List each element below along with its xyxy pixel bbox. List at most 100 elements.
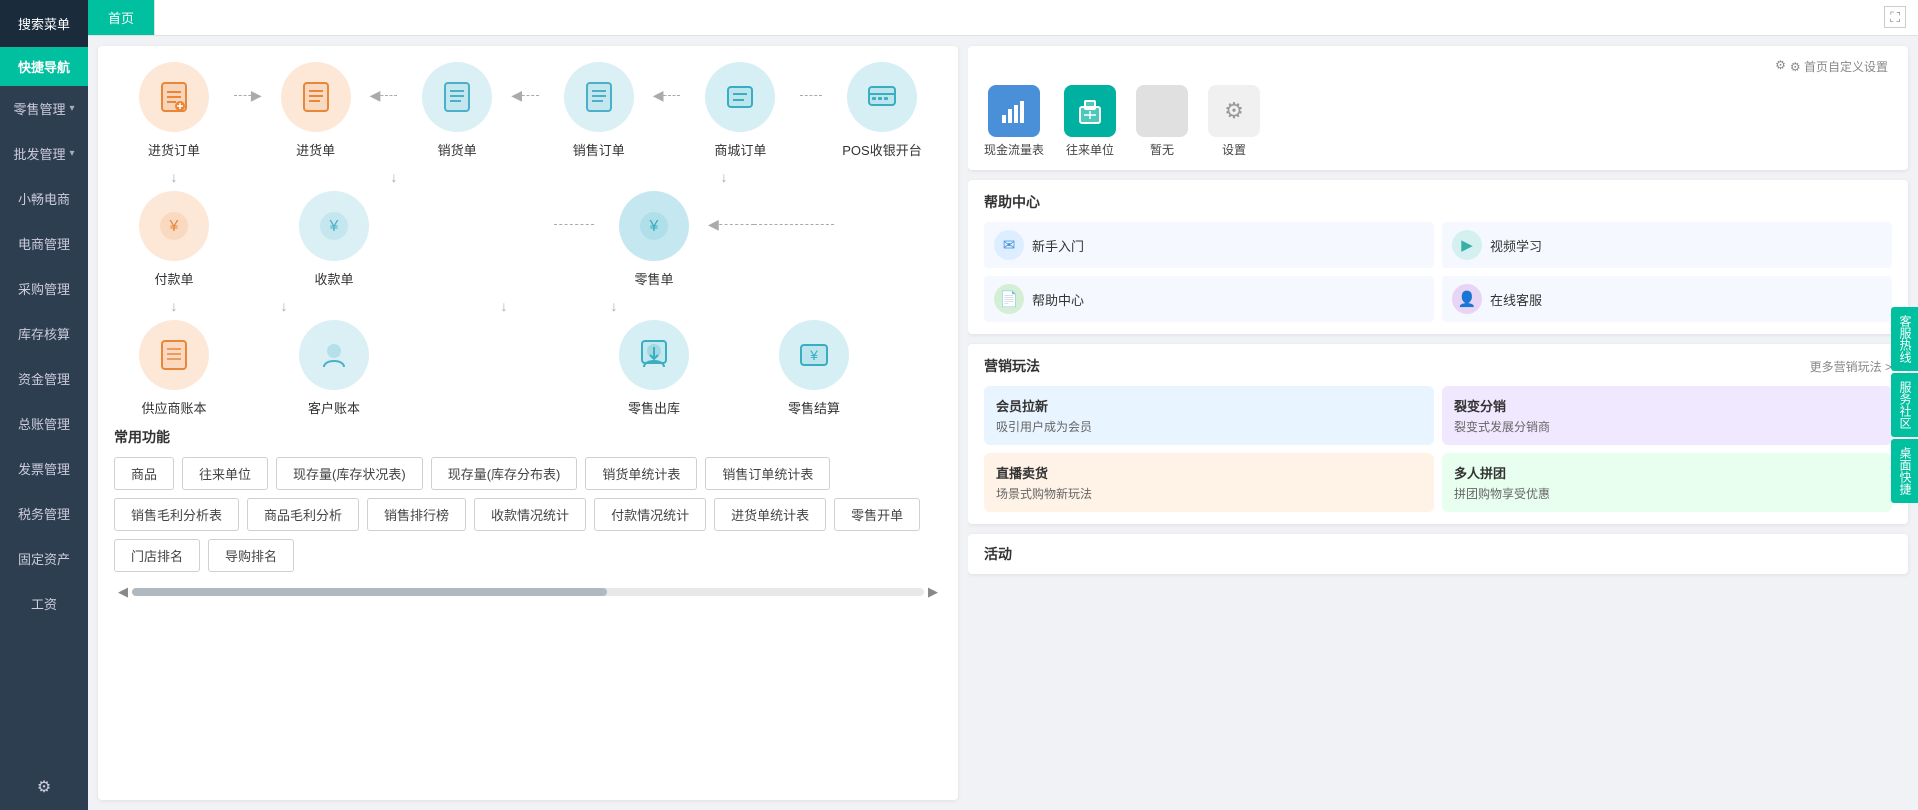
- flow-node-supplier-ledger[interactable]: 供应商账本: [114, 320, 234, 417]
- help-item-beginner[interactable]: ✉新手入门: [984, 222, 1434, 268]
- help-item-help[interactable]: 📄帮助中心: [984, 276, 1434, 322]
- homepage-settings-label: ⚙ 首页自定义设置: [1790, 58, 1888, 75]
- flow-node-payment[interactable]: ¥ 付款单: [114, 191, 234, 288]
- help-center-panel: 帮助中心 ✉新手入门▶视频学习📄帮助中心👤在线客服: [968, 180, 1908, 334]
- help-grid: ✉新手入门▶视频学习📄帮助中心👤在线客服: [984, 222, 1892, 322]
- fullscreen-button[interactable]: ⛶: [1884, 6, 1906, 28]
- func-btn-销售排行榜[interactable]: 销售排行榜: [367, 498, 466, 531]
- mkt-card-title-live: 直播卖货: [996, 463, 1422, 482]
- homepage-settings-link[interactable]: ⚙ ⚙ 首页自定义设置: [984, 58, 1892, 75]
- func-btn-付款情况统计[interactable]: 付款情况统计: [594, 498, 706, 531]
- sidebar-item-retail[interactable]: 零售管理 ▾: [0, 86, 88, 131]
- scroll-track[interactable]: [132, 588, 924, 596]
- func-btn-商品毛利分析[interactable]: 商品毛利分析: [247, 498, 359, 531]
- mkt-card-group[interactable]: 多人拼团拼团购物享受优惠: [1442, 453, 1892, 512]
- func-btn-往来单位[interactable]: 往来单位: [182, 457, 268, 490]
- func-btn-门店排名[interactable]: 门店排名: [114, 539, 200, 572]
- sidebar-item-ledger[interactable]: 总账管理: [0, 401, 88, 446]
- marketing-more-link[interactable]: 更多营销玩法 >: [1810, 358, 1892, 375]
- sale-order-icon: [564, 62, 634, 132]
- tab-home[interactable]: 首页: [88, 0, 155, 35]
- help-item-video[interactable]: ▶视频学习: [1442, 222, 1892, 268]
- help-item-service[interactable]: 👤在线客服: [1442, 276, 1892, 322]
- sidebar-item-tax[interactable]: 税务管理: [0, 491, 88, 536]
- sidebar-search[interactable]: 搜索菜单: [0, 0, 88, 47]
- marketing-header: 营销玩法 更多营销玩法 >: [984, 356, 1892, 376]
- float-buttons: 客服热线 服务社区 桌面快捷: [1891, 307, 1918, 503]
- func-btn-零售开单[interactable]: 零售开单: [834, 498, 920, 531]
- left-panel: 进货订单 ▶ 进货单 ◀: [98, 46, 958, 800]
- sidebar-item-label: 小畅电商: [18, 189, 70, 208]
- sidebar-item-salary[interactable]: 工资: [0, 581, 88, 626]
- customer-ledger-label: 客户账本: [308, 398, 360, 417]
- scroll-thumb[interactable]: [132, 588, 607, 596]
- flow-node-sale-order[interactable]: 销售订单: [539, 62, 659, 159]
- flow-node-mall-order[interactable]: 商城订单: [680, 62, 800, 159]
- common-functions: 常用功能 商品往来单位现存量(库存状况表)现存量(库存分布表)销货单统计表销售订…: [114, 427, 942, 572]
- common-functions-title: 常用功能: [114, 427, 942, 447]
- flow-node-purchase-bill[interactable]: 进货单: [256, 62, 376, 159]
- retail-settle-label: 零售结算: [788, 398, 840, 417]
- func-btn-商品[interactable]: 商品: [114, 457, 174, 490]
- qa-icon-cashflow[interactable]: 现金流量表: [984, 85, 1044, 158]
- sidebar: 搜索菜单 快捷导航 零售管理 ▾ 批发管理 ▾ 小畅电商 电商管理 采购管理 库…: [0, 0, 88, 810]
- sidebar-item-assets[interactable]: 固定资产: [0, 536, 88, 581]
- content-area: 进货订单 ▶ 进货单 ◀: [88, 36, 1918, 810]
- help-center-title: 帮助中心: [984, 192, 1892, 212]
- help-icon-service: 👤: [1452, 284, 1482, 314]
- flow-node-receipt[interactable]: ¥ 收款单: [274, 191, 394, 288]
- func-btn-销货单统计表[interactable]: 销货单统计表: [585, 457, 697, 490]
- payment-icon: ¥: [139, 191, 209, 261]
- mkt-card-live[interactable]: 直播卖货场景式购物新玩法: [984, 453, 1434, 512]
- func-buttons-grid: 商品往来单位现存量(库存状况表)现存量(库存分布表)销货单统计表销售订单统计表销…: [114, 457, 942, 572]
- func-btn-收款情况统计[interactable]: 收款情况统计: [474, 498, 586, 531]
- mkt-card-split[interactable]: 裂变分销裂变式发展分销商: [1442, 386, 1892, 445]
- cashflow-icon-box: [988, 85, 1040, 137]
- qa-icon-settings[interactable]: ⚙ 设置: [1208, 85, 1260, 158]
- horizontal-scrollbar[interactable]: ◀ ▶: [114, 582, 942, 602]
- tabbar: 首页 ⛶: [88, 0, 1918, 36]
- sidebar-item-finance[interactable]: 资金管理: [0, 356, 88, 401]
- sidebar-settings-button[interactable]: ⚙: [0, 764, 88, 810]
- func-btn-销售订单统计表[interactable]: 销售订单统计表: [705, 457, 830, 490]
- scroll-right-arrow[interactable]: ▶: [924, 584, 942, 600]
- purchase-bill-label: 进货单: [296, 140, 335, 159]
- func-btn-导购排名[interactable]: 导购排名: [208, 539, 294, 572]
- qa-icon-units[interactable]: 往来单位: [1064, 85, 1116, 158]
- payment-label: 付款单: [154, 269, 193, 288]
- func-btn-现存量(库存分布表)[interactable]: 现存量(库存分布表): [431, 457, 578, 490]
- scroll-left-arrow[interactable]: ◀: [114, 584, 132, 600]
- mkt-card-member[interactable]: 会员拉新吸引用户成为会员: [984, 386, 1434, 445]
- community-button[interactable]: 服务社区: [1891, 373, 1918, 437]
- flow-node-purchase-order[interactable]: 进货订单: [114, 62, 234, 159]
- quick-access-icons: 现金流量表 往来单位 暂无 ⚙ 设置: [984, 85, 1892, 158]
- chevron-down-icon: ▾: [69, 148, 74, 159]
- flow-node-retail-bill[interactable]: ¥ 零售单: [594, 191, 714, 288]
- func-btn-销售毛利分析表[interactable]: 销售毛利分析表: [114, 498, 239, 531]
- sidebar-item-invoice[interactable]: 发票管理: [0, 446, 88, 491]
- retail-out-label: 零售出库: [628, 398, 680, 417]
- sidebar-item-xiaochang[interactable]: 小畅电商: [0, 176, 88, 221]
- mkt-card-sub-group: 拼团购物享受优惠: [1454, 485, 1880, 502]
- main-area: 首页 ⛶ 进货订单 ▶: [88, 0, 1918, 810]
- flow-node-retail-out[interactable]: 零售出库: [594, 320, 714, 417]
- marketing-title: 营销玩法: [984, 356, 1040, 376]
- flow-node-sale-bill[interactable]: 销货单: [397, 62, 517, 159]
- customer-service-button[interactable]: 客服热线: [1891, 307, 1918, 371]
- mall-order-label: 商城订单: [714, 140, 766, 159]
- func-btn-进货单统计表[interactable]: 进货单统计表: [714, 498, 826, 531]
- sidebar-item-wholesale[interactable]: 批发管理 ▾: [0, 131, 88, 176]
- func-btn-现存量(库存状况表)[interactable]: 现存量(库存状况表): [276, 457, 423, 490]
- flow-node-pos[interactable]: POS收银开台: [822, 62, 942, 159]
- sidebar-item-purchase[interactable]: 采购管理: [0, 266, 88, 311]
- sidebar-item-inventory[interactable]: 库存核算: [0, 311, 88, 356]
- sidebar-item-ecommerce[interactable]: 电商管理: [0, 221, 88, 266]
- flow-node-retail-settle[interactable]: ¥ 零售结算: [754, 320, 874, 417]
- desktop-shortcut-button[interactable]: 桌面快捷: [1891, 439, 1918, 503]
- receipt-icon: ¥: [299, 191, 369, 261]
- flow-node-customer-ledger[interactable]: 客户账本: [274, 320, 394, 417]
- purchase-order-label: 进货订单: [148, 140, 200, 159]
- mkt-card-sub-member: 吸引用户成为会员: [996, 418, 1422, 435]
- settings-icon-box: ⚙: [1208, 85, 1260, 137]
- help-label-video: 视频学习: [1490, 236, 1542, 255]
